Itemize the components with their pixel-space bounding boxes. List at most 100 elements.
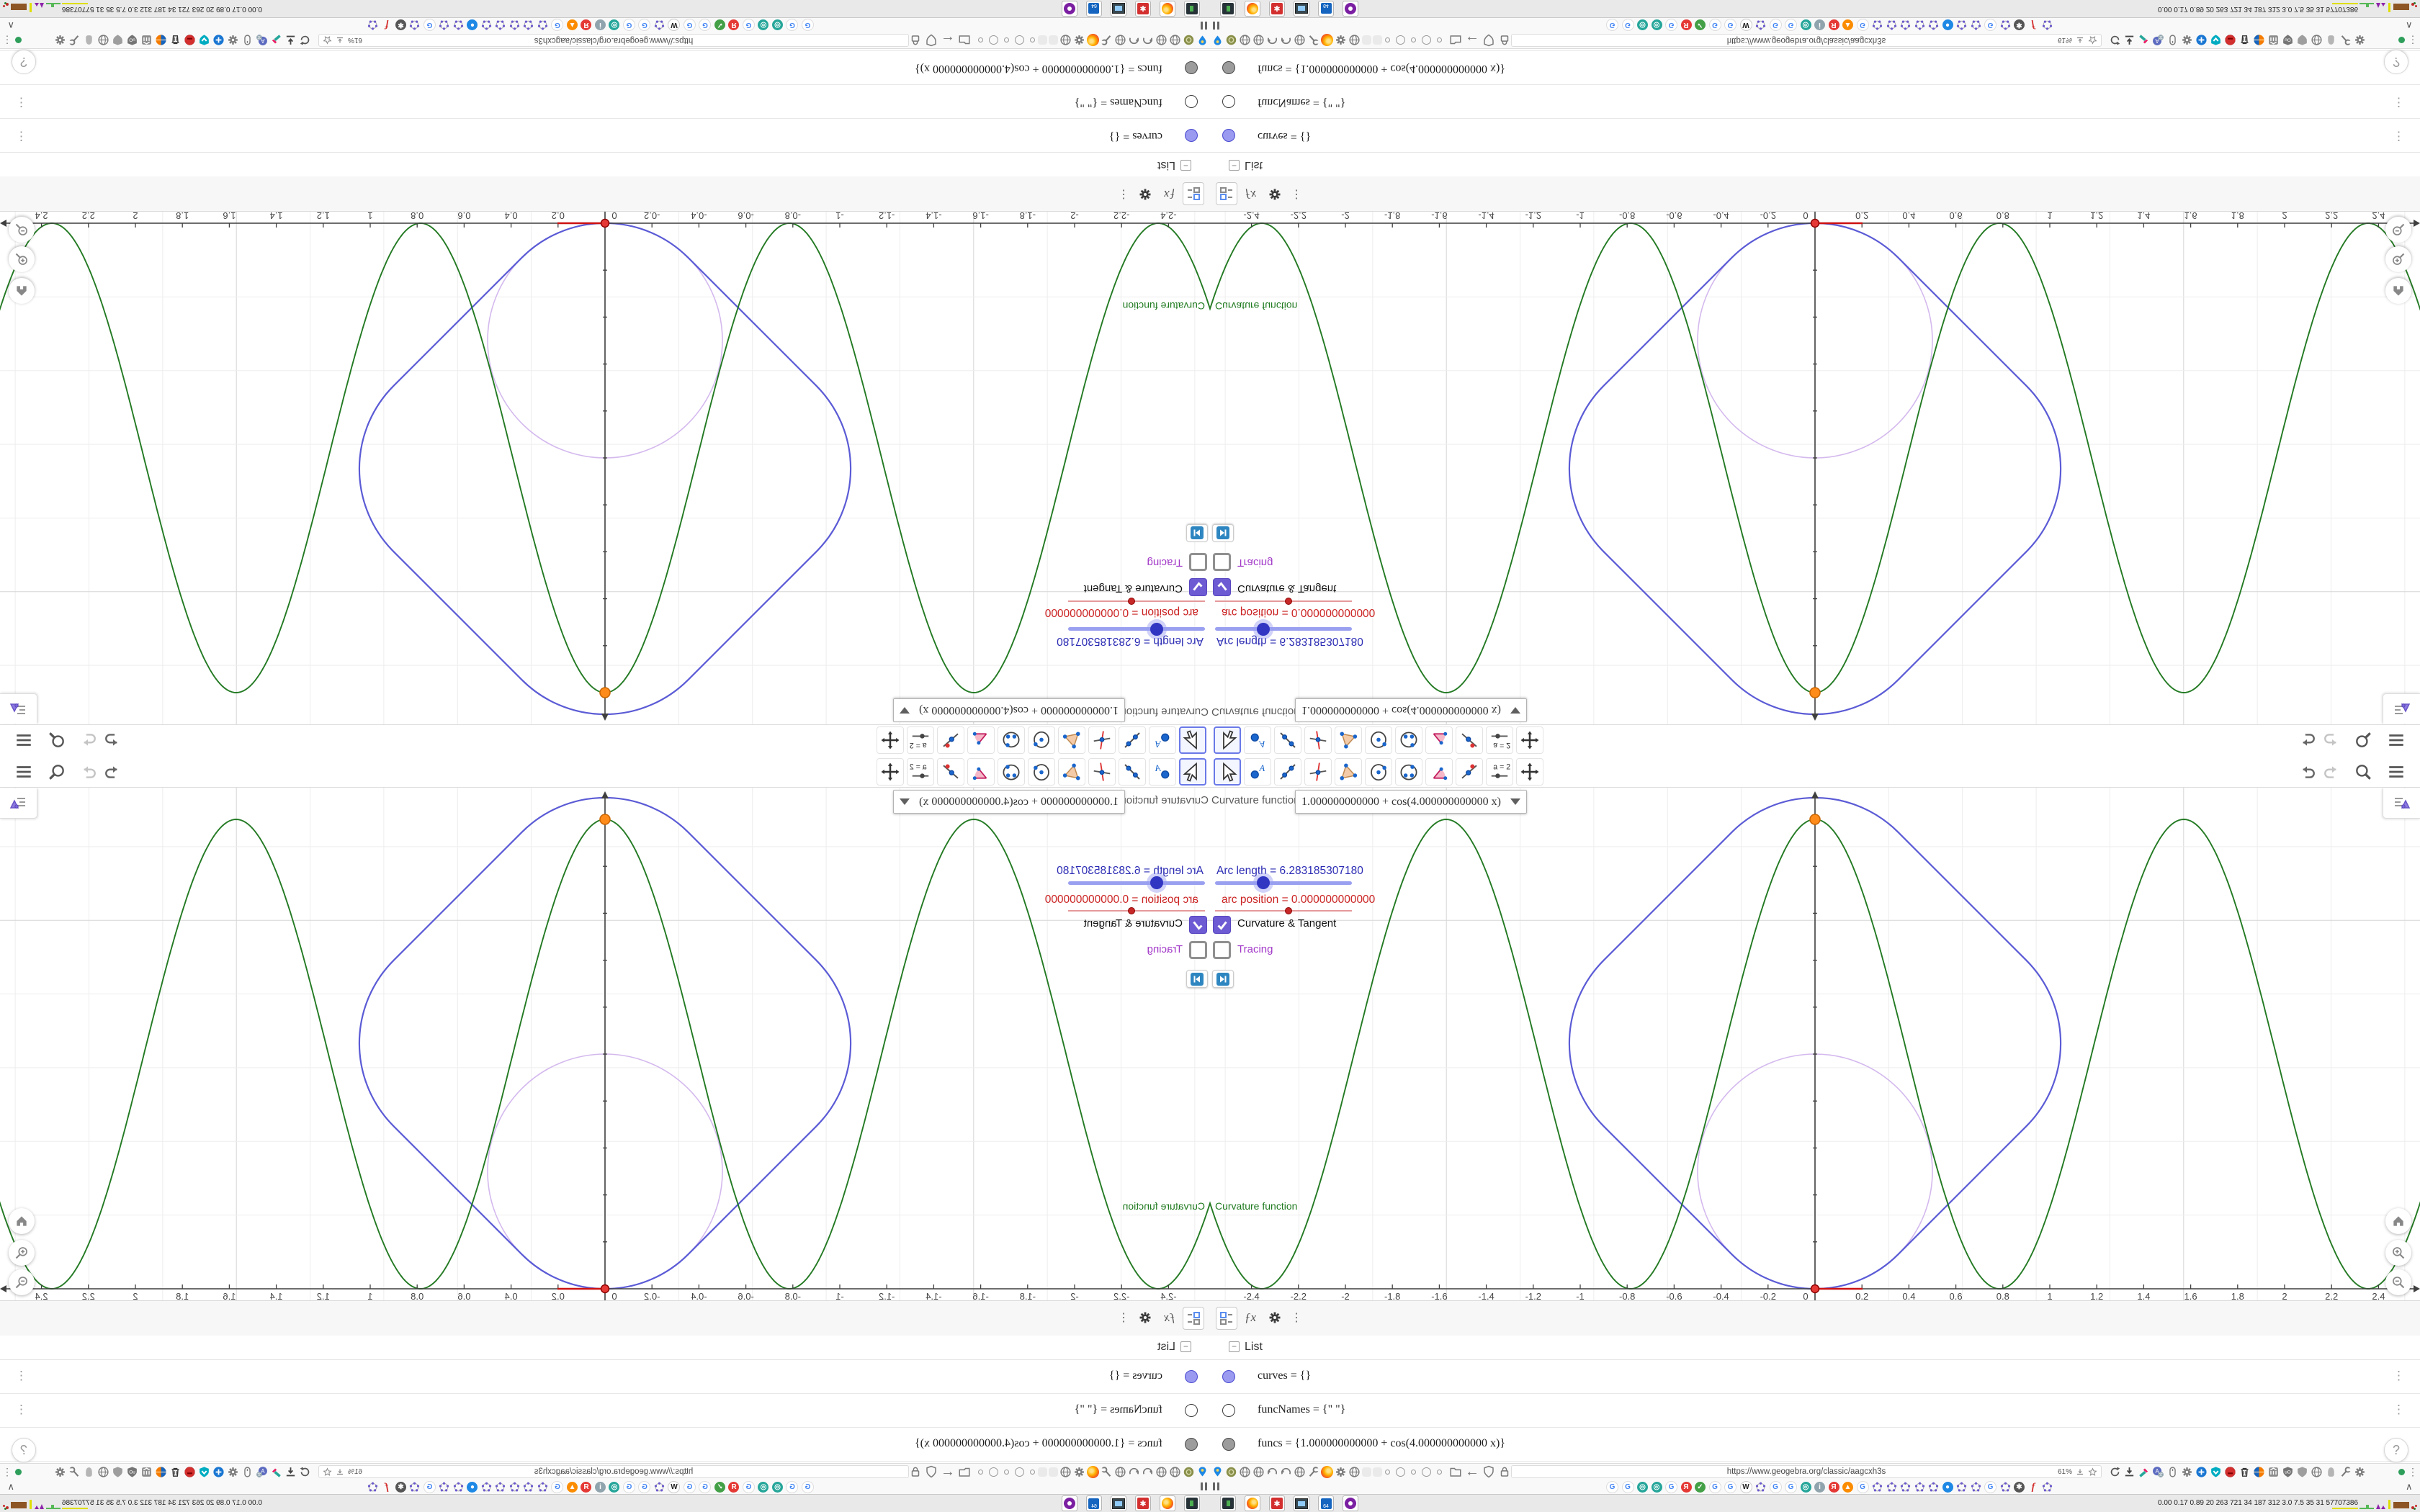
dot-icon[interactable] xyxy=(1385,1469,1390,1475)
arc-position-slider[interactable] xyxy=(1068,907,1205,914)
hand-icon[interactable] xyxy=(2325,1466,2337,1478)
gear-icon[interactable] xyxy=(227,1466,239,1478)
favicon-geogebra[interactable] xyxy=(439,1482,450,1493)
favicon-google[interactable]: G xyxy=(699,1481,712,1493)
ghost-icon[interactable] xyxy=(1373,1467,1382,1477)
ring-icon[interactable] xyxy=(1422,35,1431,45)
arc-length-slider[interactable] xyxy=(1215,623,1352,636)
tool-perpendicular-line-button[interactable] xyxy=(1304,726,1332,754)
favicon-yandex[interactable]: Я xyxy=(581,19,592,30)
globe-icon[interactable] xyxy=(1348,35,1361,47)
visibility-marble-icon[interactable] xyxy=(1222,1404,1235,1417)
back-arrow-icon[interactable]: ← xyxy=(1465,1464,1479,1479)
pin-blue-icon[interactable] xyxy=(1196,35,1209,47)
algebra-tree-view-icon[interactable] xyxy=(1216,1307,1237,1330)
taskbar-app-save-64[interactable]: 64 xyxy=(1086,1495,1102,1511)
favicon-gear-dark[interactable]: ✱ xyxy=(395,19,406,30)
favicon-info[interactable]: i xyxy=(595,1482,606,1493)
gear-icon[interactable] xyxy=(1335,1466,1347,1478)
tool-move-graphics-view-button[interactable] xyxy=(1516,726,1543,754)
save-page-icon[interactable] xyxy=(336,1468,344,1477)
back-arrow-icon[interactable]: ← xyxy=(1465,32,1479,48)
menu-icon[interactable] xyxy=(2384,760,2408,783)
play-skip-button[interactable] xyxy=(1186,970,1208,988)
gear-icon[interactable] xyxy=(1135,184,1155,205)
bookmark-star-icon[interactable] xyxy=(2088,35,2097,45)
tool-reflect-about-line-button[interactable] xyxy=(1456,758,1483,786)
bookmark-star-icon[interactable] xyxy=(323,1467,332,1477)
gauge-icon[interactable] xyxy=(1142,35,1154,47)
arc-position-point[interactable] xyxy=(600,1284,610,1294)
slider-thumb[interactable] xyxy=(1285,598,1292,605)
zoom-out-icon[interactable] xyxy=(9,217,35,243)
tool-angle-button[interactable] xyxy=(1425,758,1453,786)
slider-thumb[interactable] xyxy=(1285,907,1292,914)
curvature-point[interactable] xyxy=(1809,687,1821,698)
favicon-google[interactable]: G xyxy=(1708,19,1721,31)
favicon-geogebra[interactable] xyxy=(1872,19,1883,30)
back-arrow-icon[interactable]: ← xyxy=(941,32,955,48)
shield-icon[interactable] xyxy=(925,34,938,47)
favicon-geogebra[interactable] xyxy=(2042,1482,2053,1493)
ring-icon[interactable] xyxy=(1015,35,1024,45)
favicon-google[interactable]: G xyxy=(802,19,814,31)
curvature-point[interactable] xyxy=(599,687,611,698)
highlighter-icon[interactable] xyxy=(270,35,282,47)
favicon-wikipedia[interactable]: W xyxy=(1739,19,1752,31)
ghost-icon[interactable] xyxy=(1049,35,1058,45)
ghost-icon[interactable] xyxy=(1049,1467,1058,1477)
favicon-leaf-green[interactable]: ✓ xyxy=(1695,19,1706,30)
gauge-icon[interactable] xyxy=(1128,1466,1140,1478)
curvature-point[interactable] xyxy=(599,814,611,825)
menu-icon[interactable] xyxy=(2384,729,2408,752)
favicon-globe-teal[interactable]: ◎ xyxy=(1637,1482,1648,1493)
wrench-icon[interactable] xyxy=(68,1466,81,1478)
favicon-image-orange[interactable]: ▲ xyxy=(567,19,578,30)
refresh-icon[interactable] xyxy=(2109,1466,2121,1478)
zoom-in-icon[interactable] xyxy=(9,1240,35,1266)
favicon-google[interactable]: G xyxy=(786,19,799,31)
gear-icon[interactable] xyxy=(1265,1307,1285,1328)
visibility-marble-icon[interactable] xyxy=(1222,129,1235,142)
dot-icon[interactable] xyxy=(978,1469,983,1475)
tool-polygon-button[interactable] xyxy=(1058,726,1085,754)
redo-icon[interactable] xyxy=(2320,729,2344,752)
taskbar-app-firefox[interactable] xyxy=(1160,1,1175,17)
graphics-view[interactable]: -2.4 -2.2 -2 -1.8 -1.6 -1.4 -1.2 -1 -0.8 -0.6 -0.4… xyxy=(0,788,1210,1301)
favicon-geogebra[interactable] xyxy=(1971,19,1981,30)
lock-icon[interactable] xyxy=(1498,1465,1511,1478)
globe-icon[interactable] xyxy=(1155,1466,1168,1478)
undo-icon[interactable] xyxy=(101,729,125,752)
gear-icon[interactable] xyxy=(2354,35,2366,47)
hand-icon[interactable] xyxy=(83,35,95,47)
home-icon[interactable] xyxy=(9,1208,35,1234)
function-dropdown[interactable]: 1.000000000000 + cos(4.000000000000 x) xyxy=(893,790,1125,814)
kebab-menu-icon[interactable]: ⋮ xyxy=(15,129,27,143)
archive-icon[interactable] xyxy=(140,35,153,47)
favicon-google[interactable]: G xyxy=(1856,19,1869,31)
favicon-wikipedia[interactable]: W xyxy=(668,19,681,31)
favicon-gear-dark[interactable]: ✱ xyxy=(395,1482,406,1493)
favicon-geogebra[interactable] xyxy=(1914,1482,1925,1493)
taskbar-app-media-purple[interactable] xyxy=(1062,1,1077,17)
back-arrow-icon[interactable]: ← xyxy=(941,1464,955,1480)
shield-dark-icon[interactable] xyxy=(2296,35,2308,47)
kebab-menu-icon[interactable]: ⋮ xyxy=(1118,1307,1129,1328)
dot-icon[interactable] xyxy=(1411,37,1416,43)
favicon-geogebra[interactable] xyxy=(410,19,421,30)
gauge-icon[interactable] xyxy=(1128,35,1140,47)
camera-olive-icon[interactable] xyxy=(1183,1466,1195,1478)
tool-move-graphics-view-button[interactable] xyxy=(877,758,904,786)
tracing-checkbox[interactable] xyxy=(1213,941,1231,959)
arc-length-slider[interactable] xyxy=(1068,623,1205,636)
pin-blue-icon[interactable] xyxy=(1196,1466,1209,1478)
highlighter-icon[interactable] xyxy=(2138,35,2150,47)
algebra-row-2[interactable]: funcs = {1.000000000000 + cos(4.00000000… xyxy=(0,1428,1210,1462)
visibility-marble-icon[interactable] xyxy=(1185,1370,1198,1383)
search-icon[interactable] xyxy=(45,729,69,752)
favicon-geogebra[interactable] xyxy=(453,1482,464,1493)
tool-reflect-about-line-button[interactable] xyxy=(937,758,964,786)
undo-icon[interactable] xyxy=(101,760,125,783)
home-icon[interactable] xyxy=(9,278,35,304)
algebra-row-1[interactable]: funcNames = {" "} ⋮ xyxy=(0,84,1210,118)
